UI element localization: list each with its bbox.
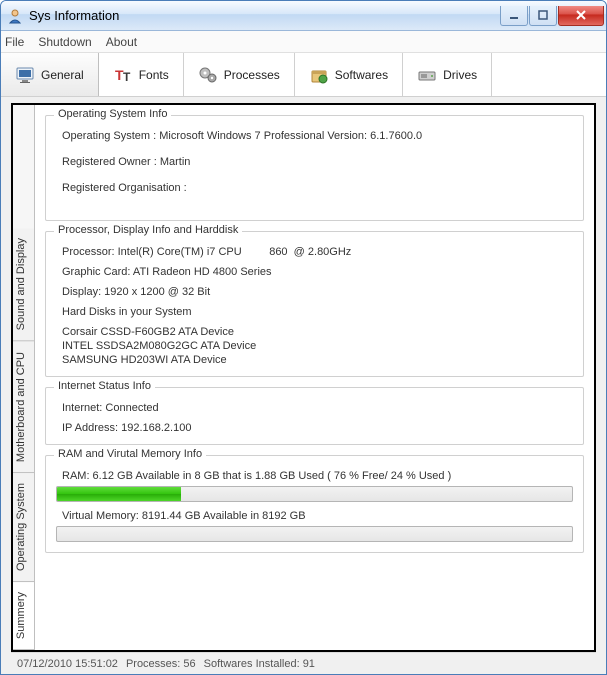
menubar: File Shutdown About xyxy=(1,31,606,53)
toolbar-drives[interactable]: Drives xyxy=(403,53,492,96)
svg-text:T: T xyxy=(123,70,131,84)
minimize-button[interactable] xyxy=(500,6,528,26)
toolbar-drives-label: Drives xyxy=(443,68,477,82)
maximize-button[interactable] xyxy=(529,6,557,26)
toolbar-softwares-label: Softwares xyxy=(335,68,388,82)
group-memory-info: RAM and Virutal Memory Info RAM: 6.12 GB… xyxy=(45,455,584,553)
vmem-progressbar xyxy=(56,526,573,542)
group-os-info: Operating System Info Operating System :… xyxy=(45,115,584,221)
vtab-operating-system[interactable]: Operating System xyxy=(13,473,34,582)
hw-hdd1: Corsair CSSD-F60GB2 ATA Device xyxy=(62,326,573,338)
group-net-legend: Internet Status Info xyxy=(54,380,155,392)
toolbar-processes[interactable]: Processes xyxy=(184,53,295,96)
group-internet-info: Internet Status Info Internet: Connected… xyxy=(45,387,584,445)
hw-hdd3: SAMSUNG HD203WI ATA Device xyxy=(62,354,573,366)
toolbar-fonts-label: Fonts xyxy=(139,68,169,82)
close-button[interactable] xyxy=(558,6,604,26)
mem-ram: RAM: 6.12 GB Available in 8 GB that is 1… xyxy=(62,470,573,482)
net-status: Internet: Connected xyxy=(62,402,573,414)
titlebar[interactable]: Sys Information xyxy=(1,1,606,31)
menu-about[interactable]: About xyxy=(106,35,137,49)
content-frame: Summery Operating System Motherboard and… xyxy=(11,103,596,652)
hw-gpu: Graphic Card: ATI Radeon HD 4800 Series xyxy=(62,266,573,278)
main-panel: Operating System Info Operating System :… xyxy=(35,105,594,650)
toolbar-softwares[interactable]: Softwares xyxy=(295,53,403,96)
vtab-sound-display[interactable]: Sound and Display xyxy=(13,228,34,341)
toolbar: General TT Fonts Processes Softwares Dri… xyxy=(1,53,606,97)
ram-progressbar xyxy=(56,486,573,502)
statusbar: 07/12/2010 15:51:02 Processes: 56 Softwa… xyxy=(11,652,596,674)
content-area: Summery Operating System Motherboard and… xyxy=(1,97,606,674)
monitor-icon xyxy=(15,65,35,85)
app-icon xyxy=(7,8,23,24)
menu-file[interactable]: File xyxy=(5,35,24,49)
status-processes: Processes: 56 xyxy=(126,658,196,670)
menu-shutdown[interactable]: Shutdown xyxy=(38,35,91,49)
status-softwares: Softwares Installed: 91 xyxy=(204,658,315,670)
os-owner: Registered Owner : Martin xyxy=(62,156,573,168)
vtab-motherboard-cpu[interactable]: Motherboard and CPU xyxy=(13,342,34,473)
window-title: Sys Information xyxy=(29,8,499,23)
vertical-tabs: Summery Operating System Motherboard and… xyxy=(13,105,35,650)
os-org: Registered Organisation : xyxy=(62,182,573,194)
net-ip: IP Address: 192.168.2.100 xyxy=(62,422,573,434)
gears-icon xyxy=(198,65,218,85)
vtab-summery[interactable]: Summery xyxy=(13,582,34,650)
hw-display: Display: 1920 x 1200 @ 32 Bit xyxy=(62,286,573,298)
toolbar-processes-label: Processes xyxy=(224,68,280,82)
hw-hdd-label: Hard Disks in your System xyxy=(62,306,573,318)
toolbar-general[interactable]: General xyxy=(1,53,99,96)
toolbar-general-label: General xyxy=(41,68,84,82)
window: Sys Information File Shutdown About Gene… xyxy=(0,0,607,675)
hw-cpu: Processor: Intel(R) Core(TM) i7 CPU 860 … xyxy=(62,246,573,258)
group-hw-legend: Processor, Display Info and Harddisk xyxy=(54,224,242,236)
toolbar-fonts[interactable]: TT Fonts xyxy=(99,53,184,96)
ram-progress-fill xyxy=(57,487,181,501)
package-icon xyxy=(309,65,329,85)
hw-hdd2: INTEL SSDSA2M080G2GC ATA Device xyxy=(62,340,573,352)
os-line: Operating System : Microsoft Windows 7 P… xyxy=(62,130,573,142)
status-datetime: 07/12/2010 15:51:02 xyxy=(17,658,118,670)
drive-icon xyxy=(417,65,437,85)
group-hardware-info: Processor, Display Info and Harddisk Pro… xyxy=(45,231,584,377)
window-buttons xyxy=(499,6,604,26)
group-mem-legend: RAM and Virutal Memory Info xyxy=(54,448,206,460)
mem-vmem: Virtual Memory: 8191.44 GB Available in … xyxy=(62,510,573,522)
group-os-legend: Operating System Info xyxy=(54,108,171,120)
fonts-icon: TT xyxy=(113,65,133,85)
